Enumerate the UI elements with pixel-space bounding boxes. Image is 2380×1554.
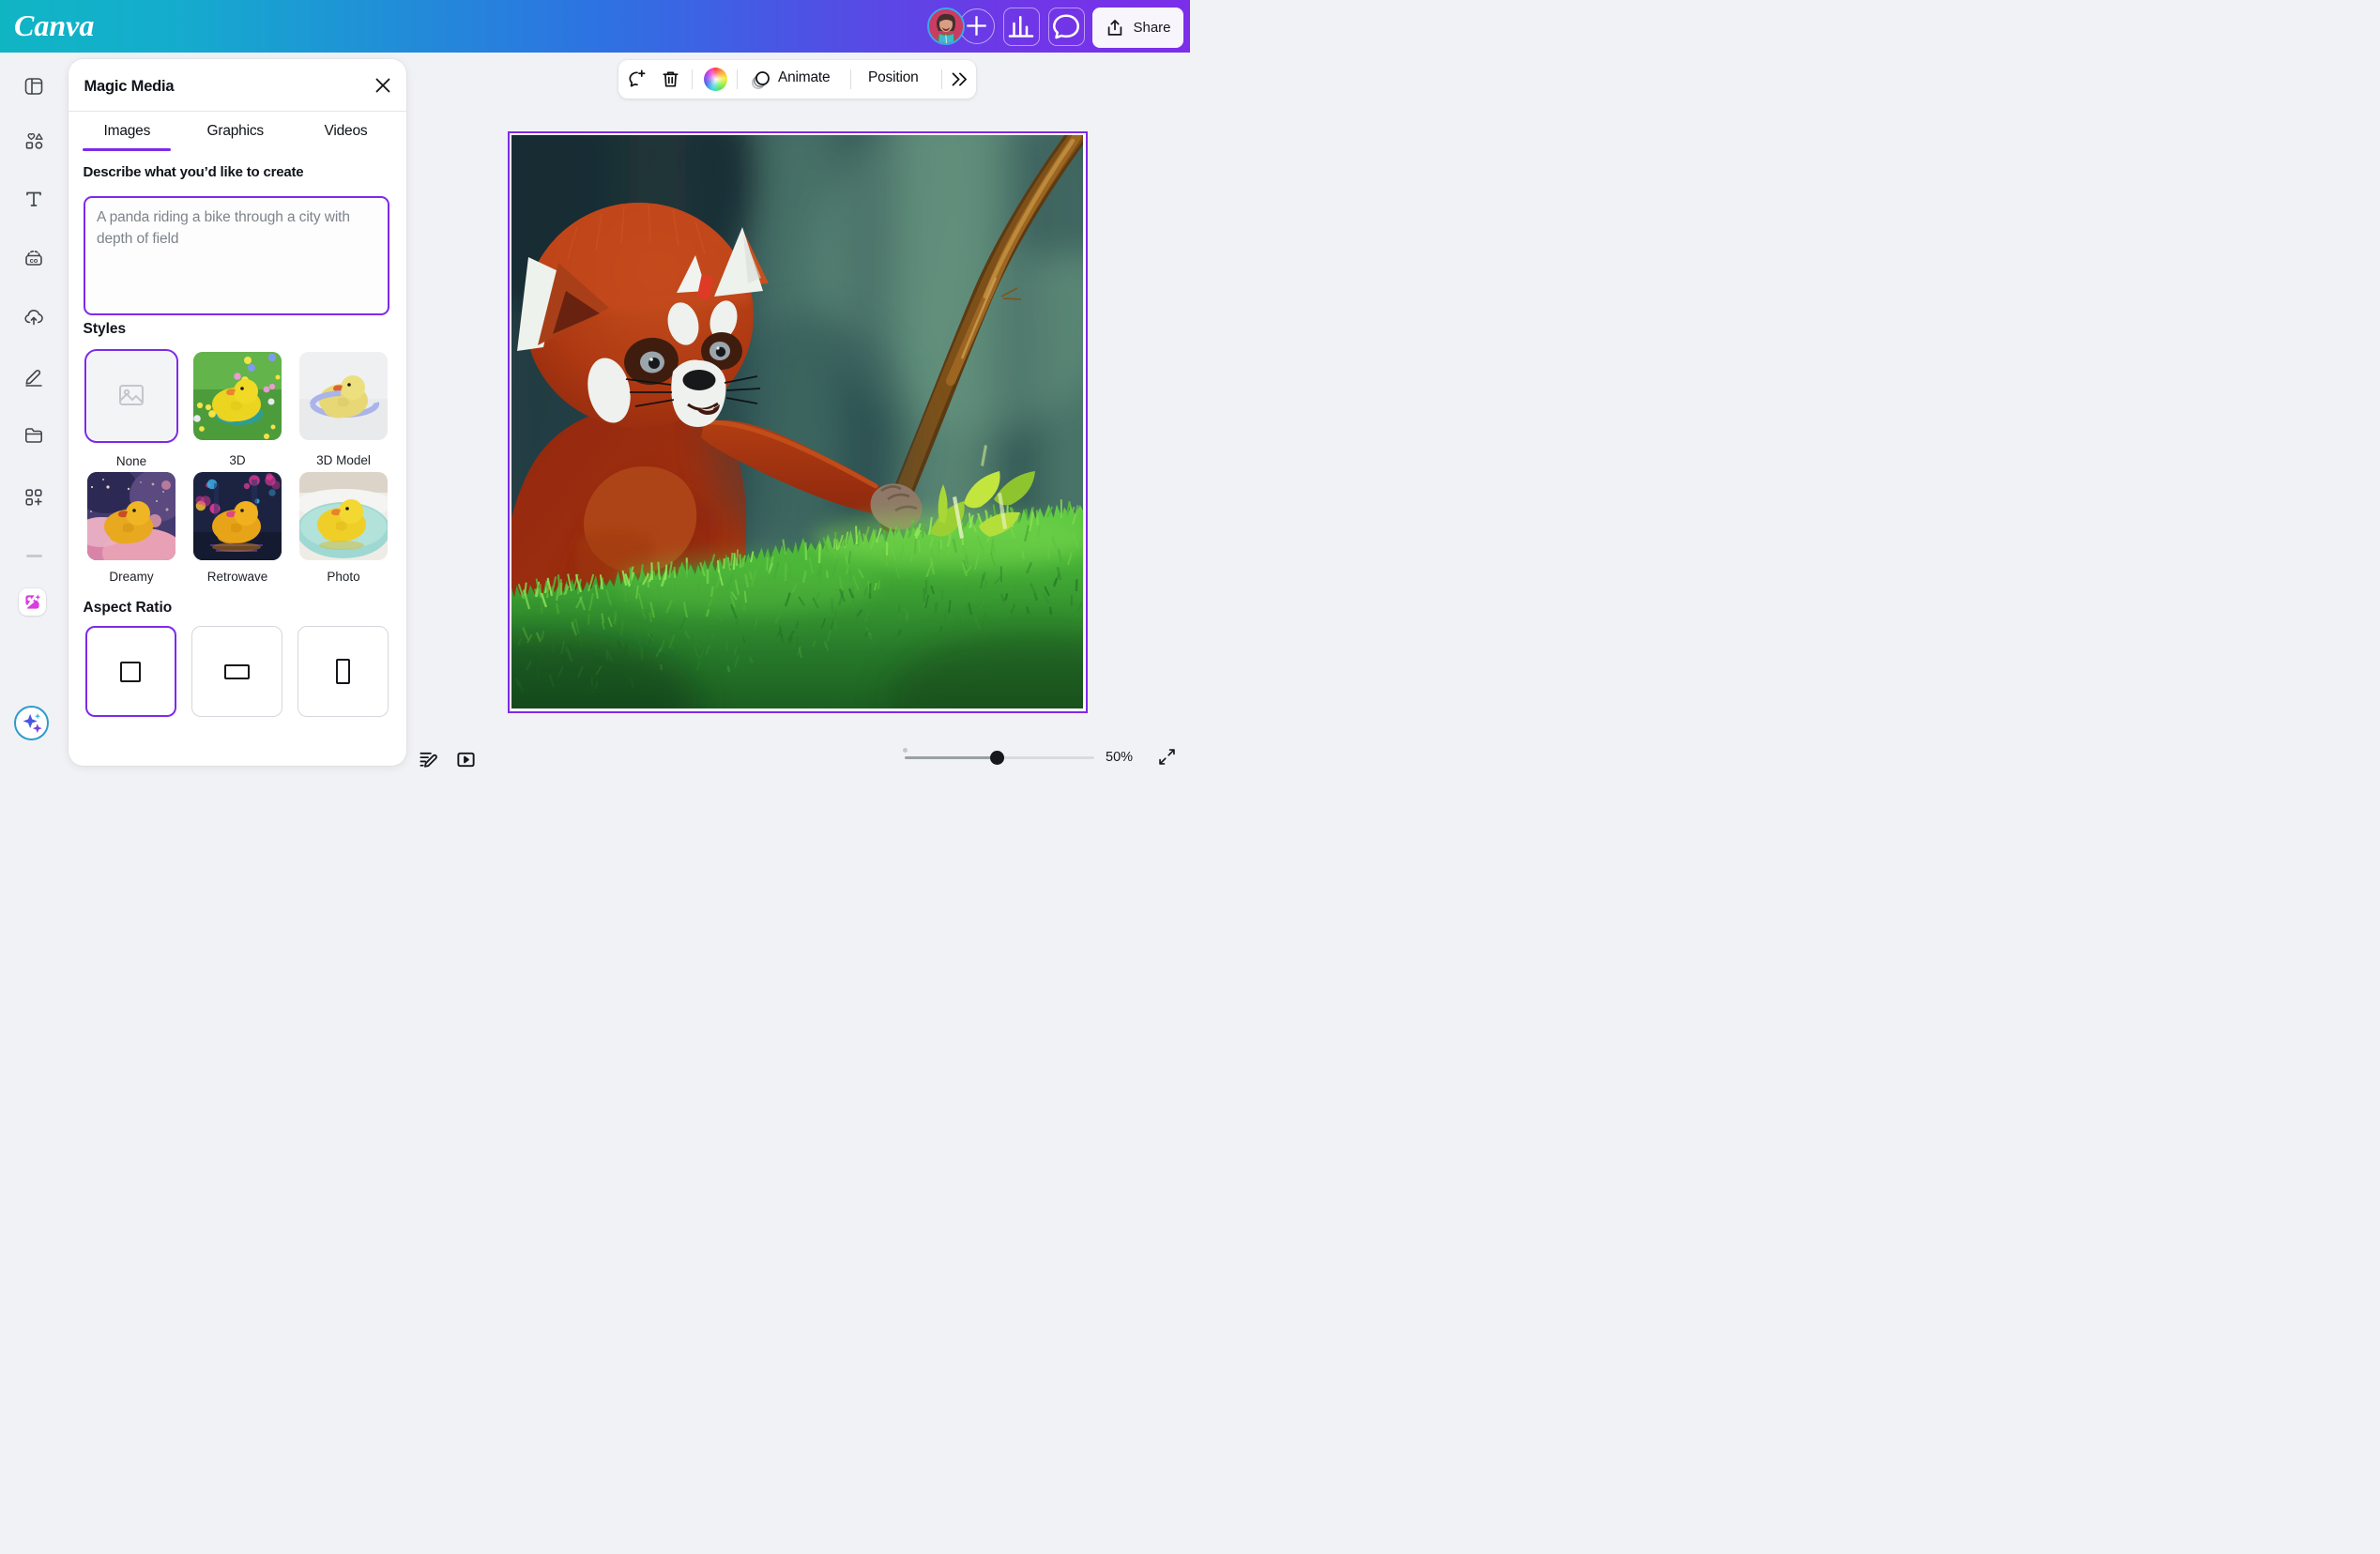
svg-text:co: co	[30, 256, 38, 265]
svg-text:Canva: Canva	[14, 8, 94, 42]
